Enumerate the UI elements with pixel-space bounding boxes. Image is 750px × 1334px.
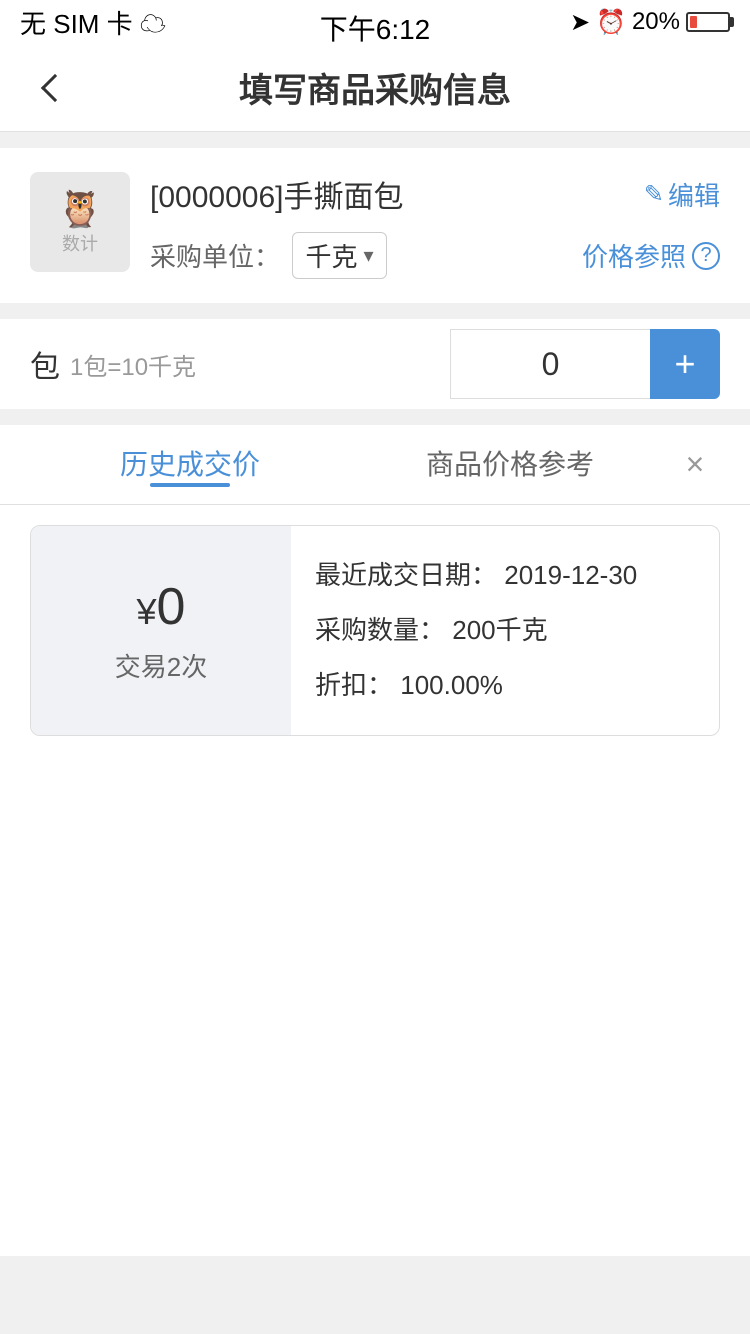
discount-row: 折扣： 100.00% bbox=[315, 666, 695, 705]
unit-label-group: 采购单位： 千克 ▾ bbox=[150, 232, 387, 279]
logo-text: 数计 bbox=[62, 230, 98, 256]
price-amount: ¥0 bbox=[137, 577, 186, 637]
status-bar-right: ➤ ⏰ 20% bbox=[570, 8, 730, 37]
tab-active-indicator bbox=[150, 483, 230, 487]
unit-conversion-note: 1包=10千克 bbox=[70, 347, 196, 382]
edit-icon: ✎ bbox=[644, 180, 664, 209]
purchase-qty-row: 采购数量： 200千克 bbox=[315, 611, 695, 650]
quantity-input-group: 0 + bbox=[450, 329, 720, 399]
product-name: [0000006]手撕面包 bbox=[150, 172, 403, 216]
price-panel-tabs: 历史成交价 商品价格参考 × bbox=[0, 425, 750, 505]
price-card-container: ¥0 交易2次 最近成交日期： 2019-12-30 采购数量： 200千克 折… bbox=[0, 505, 750, 756]
unit-row: 采购单位： 千克 ▾ 价格参照 ? bbox=[150, 232, 720, 279]
battery-icon bbox=[686, 12, 730, 32]
dropdown-arrow-icon: ▾ bbox=[363, 243, 373, 268]
status-bar-carrier: 无 SIM 卡 ☁ bbox=[20, 4, 166, 41]
tab-history-price[interactable]: 历史成交价 bbox=[30, 443, 350, 487]
quantity-section: 包 1包=10千克 0 + bbox=[0, 319, 750, 409]
product-name-row: [0000006]手撕面包 ✎ 编辑 bbox=[150, 172, 720, 216]
status-bar-time: 下午6:12 bbox=[320, 8, 431, 48]
tab-product-price-ref[interactable]: 商品价格参考 bbox=[350, 443, 670, 487]
status-bar: 无 SIM 卡 ☁ 下午6:12 ➤ ⏰ 20% bbox=[0, 0, 750, 44]
trade-count: 交易2次 bbox=[115, 647, 207, 684]
price-card: ¥0 交易2次 最近成交日期： 2019-12-30 采购数量： 200千克 折… bbox=[30, 525, 720, 736]
plus-icon: + bbox=[674, 343, 695, 385]
price-card-right: 最近成交日期： 2019-12-30 采购数量： 200千克 折扣： 100.0… bbox=[291, 526, 719, 735]
edit-button[interactable]: ✎ 编辑 bbox=[644, 176, 720, 213]
product-thumb-inner: 🦉 数计 bbox=[58, 188, 103, 256]
quantity-unit-label: 包 1包=10千克 bbox=[30, 342, 196, 386]
page-title: 填写商品采购信息 bbox=[239, 63, 511, 112]
quantity-label-group: 包 1包=10千克 bbox=[30, 342, 196, 386]
quantity-plus-button[interactable]: + bbox=[650, 329, 720, 399]
currency-symbol: ¥ bbox=[137, 591, 157, 632]
product-info: [0000006]手撕面包 ✎ 编辑 采购单位： 千克 ▾ 价格参照 ? bbox=[150, 172, 720, 279]
alarm-icon: ⏰ bbox=[596, 8, 626, 37]
product-row: 🦉 数计 [0000006]手撕面包 ✎ 编辑 采购单位： 千克 bbox=[30, 172, 720, 279]
price-panel: 历史成交价 商品价格参考 × ¥0 交易2次 最近成交日期： 2019-12-3… bbox=[0, 425, 750, 756]
product-thumbnail: 🦉 数计 bbox=[30, 172, 130, 272]
section-divider-2 bbox=[0, 409, 750, 425]
back-arrow-icon bbox=[41, 73, 69, 101]
battery-percent: 20% bbox=[632, 8, 680, 36]
price-card-left: ¥0 交易2次 bbox=[31, 526, 291, 735]
quantity-input[interactable]: 0 bbox=[450, 329, 650, 399]
owl-logo-icon: 🦉 bbox=[58, 188, 103, 230]
help-icon: ? bbox=[692, 242, 720, 270]
unit-select[interactable]: 千克 ▾ bbox=[292, 232, 386, 279]
close-panel-button[interactable]: × bbox=[670, 440, 720, 490]
page-bottom bbox=[0, 756, 750, 1256]
location-icon: ➤ bbox=[570, 8, 590, 37]
price-reference-button[interactable]: 价格参照 ? bbox=[582, 237, 720, 274]
unit-label: 采购单位： bbox=[150, 242, 280, 272]
recent-date-row: 最近成交日期： 2019-12-30 bbox=[315, 556, 695, 595]
section-divider bbox=[0, 303, 750, 319]
product-section: 🦉 数计 [0000006]手撕面包 ✎ 编辑 采购单位： 千克 bbox=[0, 148, 750, 303]
back-button[interactable] bbox=[30, 63, 80, 113]
close-icon: × bbox=[686, 446, 705, 483]
nav-header: 填写商品采购信息 bbox=[0, 44, 750, 132]
